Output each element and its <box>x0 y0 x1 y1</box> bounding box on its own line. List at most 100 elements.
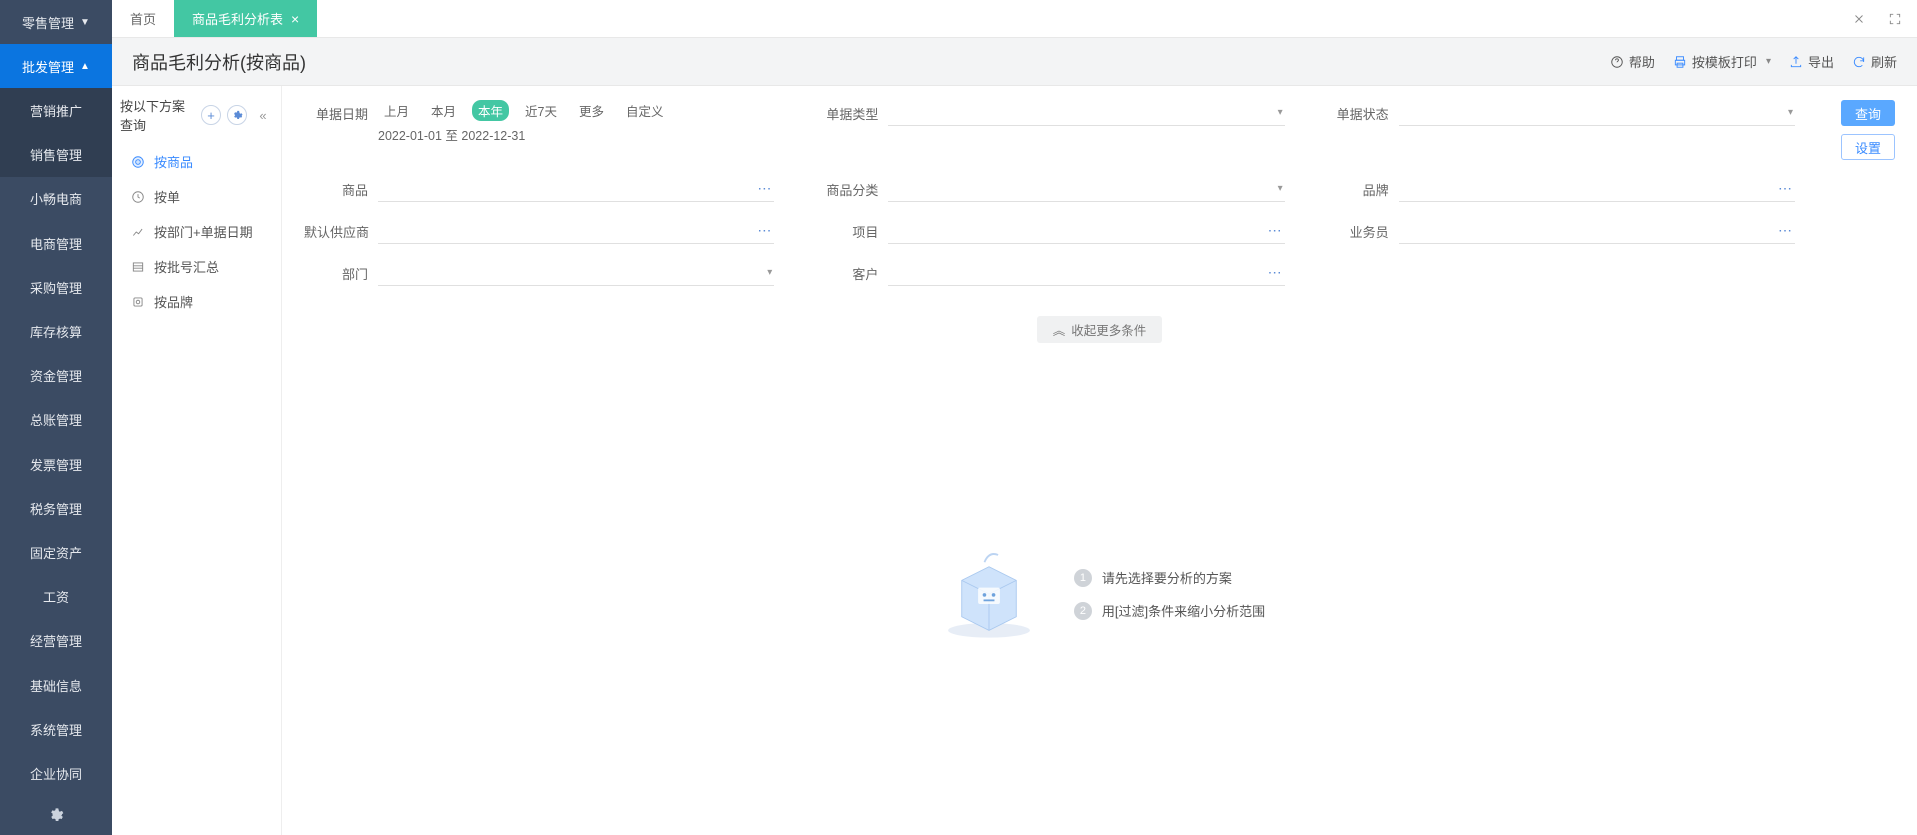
scheme-panel: 按以下方案查询 + « 按商品 <box>112 86 282 835</box>
nav-label: 销售管理 <box>30 145 82 164</box>
gear-icon <box>232 110 243 121</box>
collapse-label: 收起更多条件 <box>1071 320 1146 339</box>
export-label: 导出 <box>1808 52 1834 71</box>
help-button[interactable]: 帮助 <box>1610 52 1655 71</box>
step-2: 2 用[过滤]条件来缩小分析范围 <box>1074 601 1265 620</box>
header-actions: 帮助 按模板打印 ▾ 导出 刷新 <box>1610 52 1897 71</box>
category-select[interactable]: ▾ <box>888 176 1284 202</box>
chevron-down-icon: ▾ <box>1278 183 1283 194</box>
list-icon <box>130 259 146 275</box>
tabbar-actions <box>1845 0 1917 37</box>
scheme-settings-button[interactable] <box>227 105 247 125</box>
field-dept: 部门 ▾ <box>304 260 774 286</box>
scheme-item-by-doc[interactable]: 按单 <box>120 181 273 212</box>
export-button[interactable]: 导出 <box>1789 52 1834 71</box>
nav-purchase[interactable]: 采购管理 <box>0 265 112 309</box>
brand-input[interactable]: ⋯ <box>1399 176 1795 202</box>
chevron-down-icon: ▾ <box>1788 107 1793 118</box>
field-customer: 客户 ⋯ <box>814 260 1284 286</box>
scheme-title: 按以下方案查询 <box>120 96 195 134</box>
nav-label: 资金管理 <box>30 366 82 385</box>
close-icon <box>1852 12 1866 26</box>
print-label: 按模板打印 <box>1692 52 1757 71</box>
date-range: 2022-01-01 至 2022-12-31 <box>378 125 774 144</box>
dq-this-month[interactable]: 本月 <box>425 100 462 121</box>
dq-last-month[interactable]: 上月 <box>378 100 415 121</box>
page-header: 商品毛利分析(按商品) 帮助 按模板打印 ▾ 导出 刷新 <box>112 38 1917 86</box>
sidebar-settings[interactable] <box>0 796 112 835</box>
step-1: 1 请先选择要分析的方案 <box>1074 568 1265 587</box>
dq-custom[interactable]: 自定义 <box>620 100 670 121</box>
project-input[interactable]: ⋯ <box>888 218 1284 244</box>
sales-input[interactable]: ⋯ <box>1399 218 1795 244</box>
tab-label: 首页 <box>130 9 156 28</box>
nav-biz[interactable]: 经营管理 <box>0 619 112 663</box>
filter-row-1: 单据日期 上月 本月 本年 近7天 更多 自定义 20 <box>304 100 1895 160</box>
tab-home[interactable]: 首页 <box>112 0 174 37</box>
main: 首页 商品毛利分析表 × 商品毛利分析(按商品) 帮助 <box>112 0 1917 835</box>
nav-xc-ec[interactable]: 小畅电商 <box>0 177 112 221</box>
chevron-left-icon: « <box>259 108 266 123</box>
nav-basic[interactable]: 基础信息 <box>0 663 112 707</box>
empty-state: 1 请先选择要分析的方案 2 用[过滤]条件来缩小分析范围 <box>282 353 1917 835</box>
nav-ec[interactable]: 电商管理 <box>0 221 112 265</box>
nav-finance[interactable]: 资金管理 <box>0 354 112 398</box>
close-all-button[interactable] <box>1845 5 1873 33</box>
dq-more[interactable]: 更多 <box>573 100 610 121</box>
sales-label: 业务员 <box>1325 218 1389 241</box>
nav-system[interactable]: 系统管理 <box>0 707 112 751</box>
close-icon[interactable]: × <box>291 12 299 26</box>
nav-enterprise[interactable]: 企业协同 <box>0 751 112 795</box>
dq-this-year[interactable]: 本年 <box>472 100 509 121</box>
step-num-2: 2 <box>1074 602 1092 620</box>
collapse-filters-button[interactable]: ︽ 收起更多条件 <box>1037 316 1163 343</box>
tab-label: 商品毛利分析表 <box>192 9 283 28</box>
scheme-item-by-dept-date[interactable]: 按部门+单据日期 <box>120 216 273 247</box>
dept-select[interactable]: ▾ <box>378 260 774 286</box>
fullscreen-icon <box>1888 12 1902 26</box>
scheme-item-label: 按商品 <box>154 152 193 171</box>
nav-label: 采购管理 <box>30 278 82 297</box>
field-doc-status: 单据状态 ▾ <box>1325 100 1795 160</box>
tab-profit-analysis[interactable]: 商品毛利分析表 × <box>174 0 317 37</box>
goods-input[interactable]: ⋯ <box>378 176 774 202</box>
step-2-text: 用[过滤]条件来缩小分析范围 <box>1102 601 1265 620</box>
refresh-icon <box>1852 55 1866 69</box>
nav-inventory[interactable]: 库存核算 <box>0 309 112 353</box>
query-button[interactable]: 查询 <box>1841 100 1895 126</box>
nav-wholesale[interactable]: 批发管理 ▲ <box>0 44 112 88</box>
print-button[interactable]: 按模板打印 ▾ <box>1673 52 1771 71</box>
settings-button[interactable]: 设置 <box>1841 134 1895 160</box>
nav-retail[interactable]: 零售管理 ▼ <box>0 0 112 44</box>
scheme-item-by-goods[interactable]: 按商品 <box>120 146 273 177</box>
refresh-button[interactable]: 刷新 <box>1852 52 1897 71</box>
nav-label: 总账管理 <box>30 410 82 429</box>
spacer <box>1835 218 1895 244</box>
nav-sales-mgmt[interactable]: 销售管理 <box>0 133 112 177</box>
nav-salary[interactable]: 工资 <box>0 575 112 619</box>
nav-marketing[interactable]: 营销推广 <box>0 88 112 132</box>
nav-tax[interactable]: 税务管理 <box>0 486 112 530</box>
customer-input[interactable]: ⋯ <box>888 260 1284 286</box>
scheme-item-by-brand[interactable]: 按品牌 <box>120 286 273 317</box>
doc-type-select[interactable]: ▾ <box>888 100 1284 126</box>
collapse-scheme-button[interactable]: « <box>253 105 273 125</box>
nav-label: 工资 <box>43 587 69 606</box>
nav-label: 库存核算 <box>30 322 82 341</box>
nav-ledger[interactable]: 总账管理 <box>0 398 112 442</box>
field-date: 单据日期 上月 本月 本年 近7天 更多 自定义 20 <box>304 100 774 160</box>
scheme-item-by-batch[interactable]: 按批号汇总 <box>120 251 273 282</box>
supplier-input[interactable]: ⋯ <box>378 218 774 244</box>
nav-invoice[interactable]: 发票管理 <box>0 442 112 486</box>
dq-7days[interactable]: 近7天 <box>519 100 563 121</box>
doc-type-label: 单据类型 <box>814 100 878 123</box>
add-scheme-button[interactable]: + <box>201 105 221 125</box>
doc-status-select[interactable]: ▾ <box>1399 100 1795 126</box>
fullscreen-button[interactable] <box>1881 5 1909 33</box>
nav-label: 税务管理 <box>30 499 82 518</box>
chevron-up-icon: ︽ <box>1053 320 1066 339</box>
date-quick: 上月 本月 本年 近7天 更多 自定义 <box>378 100 774 121</box>
nav-fixed-asset[interactable]: 固定资产 <box>0 530 112 574</box>
nav-label: 发票管理 <box>30 455 82 474</box>
date-label: 单据日期 <box>304 100 368 123</box>
